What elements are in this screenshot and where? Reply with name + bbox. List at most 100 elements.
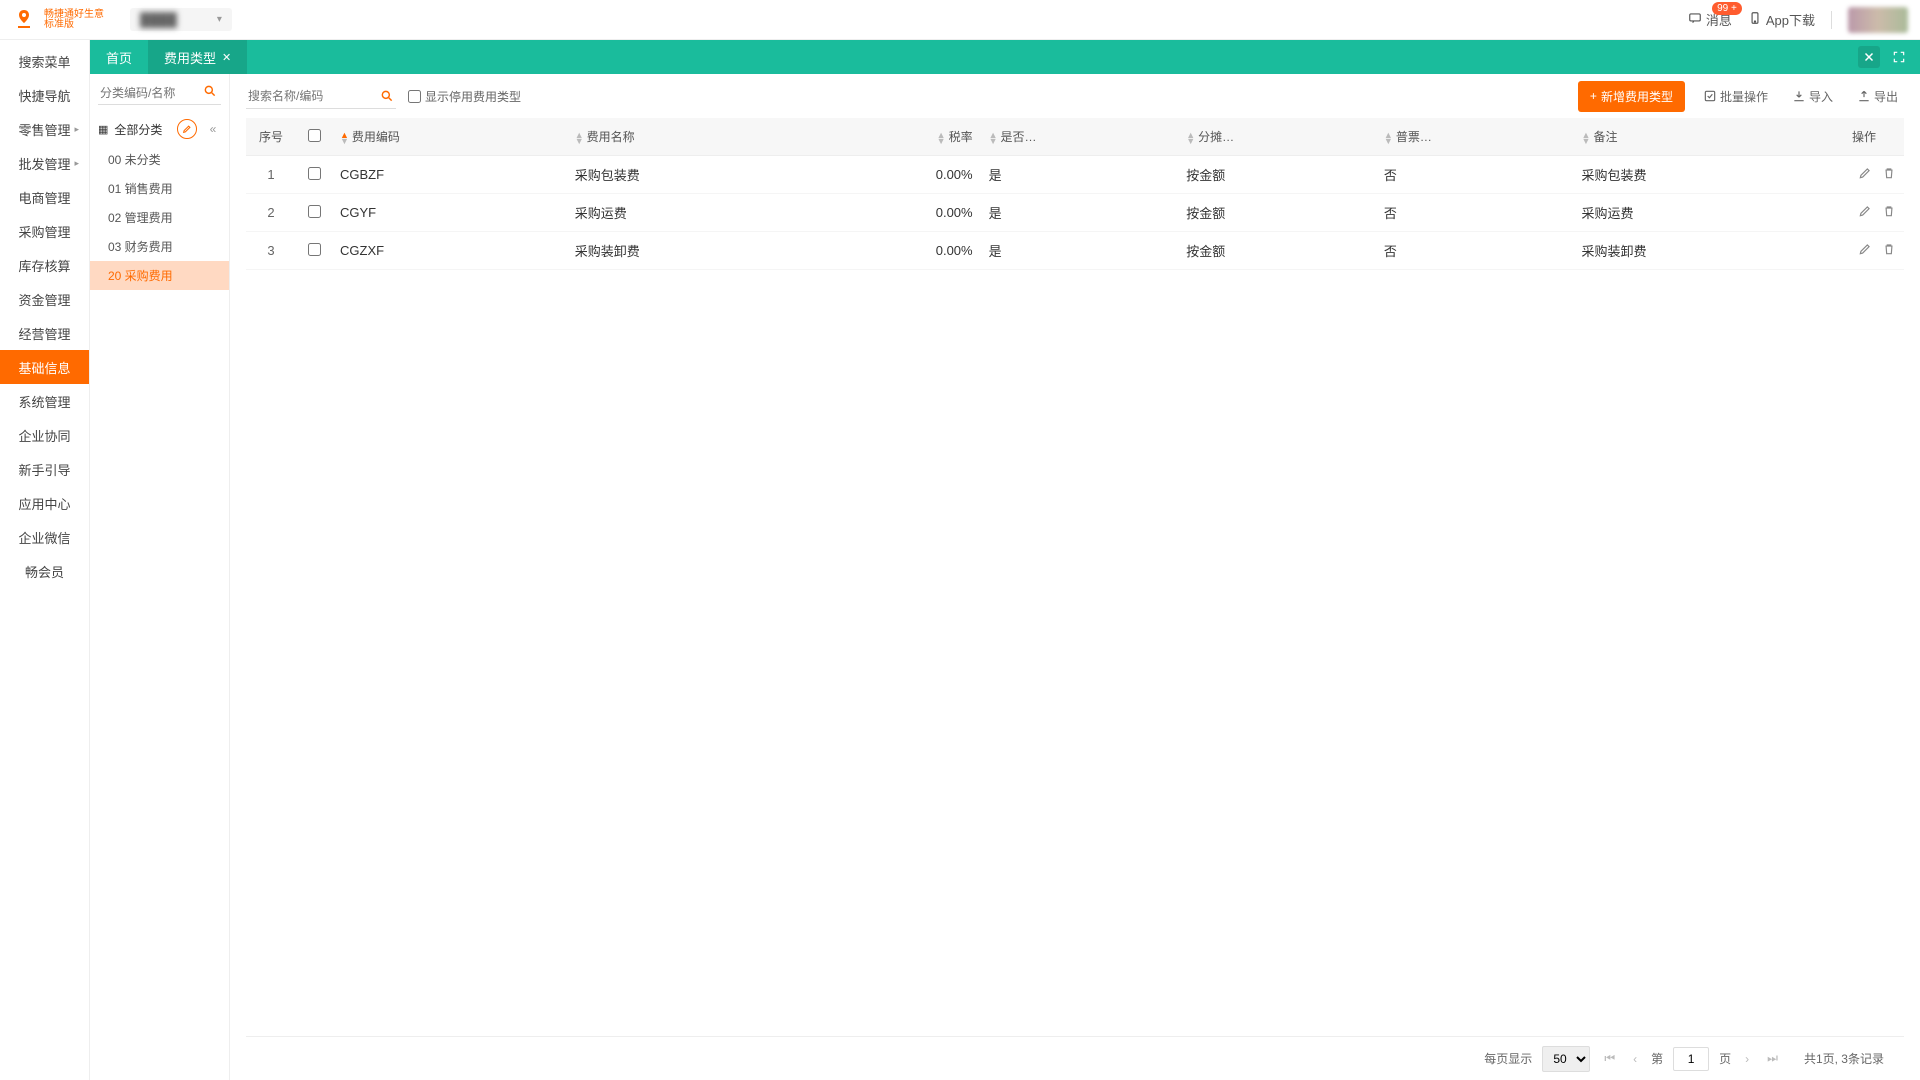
org-name: ████ bbox=[140, 12, 177, 27]
nav-item-企业协同[interactable]: 企业协同 bbox=[0, 418, 89, 452]
new-expense-type-button[interactable]: + 新增费用类型 bbox=[1578, 81, 1685, 112]
export-label: 导出 bbox=[1874, 88, 1898, 105]
per-page-label: 每页显示 bbox=[1484, 1050, 1532, 1067]
nav-item-资金管理[interactable]: 资金管理 bbox=[0, 282, 89, 316]
header-right: 消息 99 + App下载 bbox=[1688, 7, 1908, 33]
cell-check bbox=[296, 156, 332, 194]
category-item[interactable]: 01 销售费用 bbox=[90, 174, 229, 203]
phone-icon bbox=[1748, 11, 1762, 28]
nav-item-label: 快捷导航 bbox=[18, 86, 70, 105]
cell-check bbox=[296, 194, 332, 232]
page-input[interactable] bbox=[1673, 1047, 1709, 1071]
table-header-row: 序号 ▲▼费用编码 ▲▼费用名称 ▲▼税率 ▲▼是否… ▲▼分摊… ▲▼普票… … bbox=[246, 118, 1904, 156]
nav-item-批发管理[interactable]: 批发管理▸ bbox=[0, 146, 89, 180]
edit-row-icon[interactable] bbox=[1858, 206, 1872, 221]
cell-rate: 0.00% bbox=[817, 232, 980, 270]
export-button[interactable]: 导出 bbox=[1851, 84, 1904, 109]
close-all-tabs-icon[interactable] bbox=[1858, 46, 1880, 68]
search-icon[interactable] bbox=[203, 84, 217, 101]
delete-row-icon[interactable] bbox=[1882, 206, 1896, 221]
app-download-link[interactable]: App下载 bbox=[1748, 10, 1815, 29]
next-page-icon[interactable]: › bbox=[1741, 1050, 1753, 1068]
show-disabled-checkbox[interactable] bbox=[408, 90, 421, 103]
show-disabled-checkbox-wrap[interactable]: 显示停用费用类型 bbox=[408, 88, 521, 105]
pager-summary: 共1页, 3条记录 bbox=[1804, 1050, 1884, 1067]
delete-row-icon[interactable] bbox=[1882, 168, 1896, 183]
nav-item-基础信息[interactable]: 基础信息 bbox=[0, 350, 89, 384]
col-check bbox=[296, 118, 332, 156]
row-checkbox[interactable] bbox=[308, 167, 321, 180]
cell-remark: 采购运费 bbox=[1574, 194, 1824, 232]
caret-right-icon: ▸ bbox=[74, 158, 79, 169]
nav-item-采购管理[interactable]: 采购管理 bbox=[0, 214, 89, 248]
edit-row-icon[interactable] bbox=[1858, 244, 1872, 259]
category-item[interactable]: 03 财务费用 bbox=[90, 232, 229, 261]
nav-item-新手引导[interactable]: 新手引导 bbox=[0, 452, 89, 486]
import-button[interactable]: 导入 bbox=[1786, 84, 1839, 109]
category-item[interactable]: 20 采购费用 bbox=[90, 261, 229, 290]
header-left: 畅捷通好生意 标准版 ████ ▾ bbox=[0, 6, 232, 34]
cell-remark: 采购包装费 bbox=[1574, 156, 1824, 194]
col-name[interactable]: ▲▼费用名称 bbox=[567, 118, 817, 156]
search-icon[interactable] bbox=[380, 89, 394, 106]
cell-seq: 3 bbox=[246, 232, 296, 270]
cell-alloc: 按金额 bbox=[1178, 156, 1376, 194]
tab-费用类型[interactable]: 费用类型✕ bbox=[148, 40, 247, 74]
nav-item-经营管理[interactable]: 经营管理 bbox=[0, 316, 89, 350]
close-tab-icon[interactable]: ✕ bbox=[222, 51, 231, 64]
app-name-line1: 畅捷通好生意 bbox=[44, 10, 104, 20]
delete-row-icon[interactable] bbox=[1882, 244, 1896, 259]
col-remark[interactable]: ▲▼备注 bbox=[1574, 118, 1824, 156]
nav-item-企业微信[interactable]: 企业微信 bbox=[0, 520, 89, 554]
tab-label: 首页 bbox=[106, 48, 132, 67]
nav-item-应用中心[interactable]: 应用中心 bbox=[0, 486, 89, 520]
col-code[interactable]: ▲▼费用编码 bbox=[332, 118, 567, 156]
collapse-panel-icon[interactable]: « bbox=[205, 121, 221, 137]
category-item[interactable]: 00 未分类 bbox=[90, 145, 229, 174]
cell-code: CGZXF bbox=[332, 232, 567, 270]
row-checkbox[interactable] bbox=[308, 205, 321, 218]
select-all-checkbox[interactable] bbox=[308, 129, 321, 142]
edit-row-icon[interactable] bbox=[1858, 168, 1872, 183]
col-alloc[interactable]: ▲▼分摊… bbox=[1178, 118, 1376, 156]
chevron-down-icon: ▾ bbox=[217, 14, 222, 25]
nav-item-快捷导航[interactable]: 快捷导航 bbox=[0, 78, 89, 112]
nav-item-label: 库存核算 bbox=[18, 256, 70, 275]
category-item[interactable]: 02 管理费用 bbox=[90, 203, 229, 232]
cell-remark: 采购装卸费 bbox=[1574, 232, 1824, 270]
chat-icon bbox=[1688, 11, 1702, 28]
prev-page-icon[interactable]: ‹ bbox=[1629, 1050, 1641, 1068]
tab-首页[interactable]: 首页 bbox=[90, 40, 148, 74]
row-checkbox[interactable] bbox=[308, 243, 321, 256]
col-seq[interactable]: 序号 bbox=[246, 118, 296, 156]
category-panel: ▦ 全部分类 « 00 未分类01 销售费用02 管理费用03 财务费用20 采… bbox=[90, 74, 230, 1080]
edit-category-icon[interactable] bbox=[177, 119, 197, 139]
messages-badge: 99 + bbox=[1712, 2, 1742, 15]
batch-ops-button[interactable]: 批量操作 bbox=[1697, 84, 1774, 109]
nav-item-搜索菜单[interactable]: 搜索菜单 bbox=[0, 44, 89, 78]
per-page-select[interactable]: 50 bbox=[1542, 1046, 1590, 1072]
nav-item-电商管理[interactable]: 电商管理 bbox=[0, 180, 89, 214]
table-search-input[interactable] bbox=[246, 84, 396, 109]
last-page-icon[interactable]: ⏭ bbox=[1763, 1049, 1782, 1068]
user-avatar[interactable] bbox=[1848, 7, 1908, 33]
nav-item-畅会员[interactable]: 畅会员 bbox=[0, 554, 89, 588]
messages-link[interactable]: 消息 99 + bbox=[1688, 10, 1732, 29]
nav-item-label: 经营管理 bbox=[18, 324, 70, 343]
app-name-line2: 标准版 bbox=[44, 20, 104, 30]
nav-item-系统管理[interactable]: 系统管理 bbox=[0, 384, 89, 418]
tab-bar: 首页费用类型✕ bbox=[0, 40, 1920, 74]
first-page-icon[interactable]: ⏮ bbox=[1600, 1049, 1619, 1068]
category-list: 00 未分类01 销售费用02 管理费用03 财务费用20 采购费用 bbox=[90, 145, 229, 1080]
nav-item-零售管理[interactable]: 零售管理▸ bbox=[0, 112, 89, 146]
nav-item-库存核算[interactable]: 库存核算 bbox=[0, 248, 89, 282]
nav-item-label: 新手引导 bbox=[18, 460, 70, 479]
col-invoice[interactable]: ▲▼普票… bbox=[1376, 118, 1574, 156]
col-flag[interactable]: ▲▼是否… bbox=[981, 118, 1179, 156]
caret-right-icon: ▸ bbox=[74, 124, 79, 135]
col-rate[interactable]: ▲▼税率 bbox=[817, 118, 980, 156]
fullscreen-icon[interactable] bbox=[1888, 46, 1910, 68]
cell-invoice: 否 bbox=[1376, 232, 1574, 270]
category-all-row[interactable]: ▦ 全部分类 « bbox=[90, 113, 229, 145]
org-selector[interactable]: ████ ▾ bbox=[130, 8, 232, 31]
